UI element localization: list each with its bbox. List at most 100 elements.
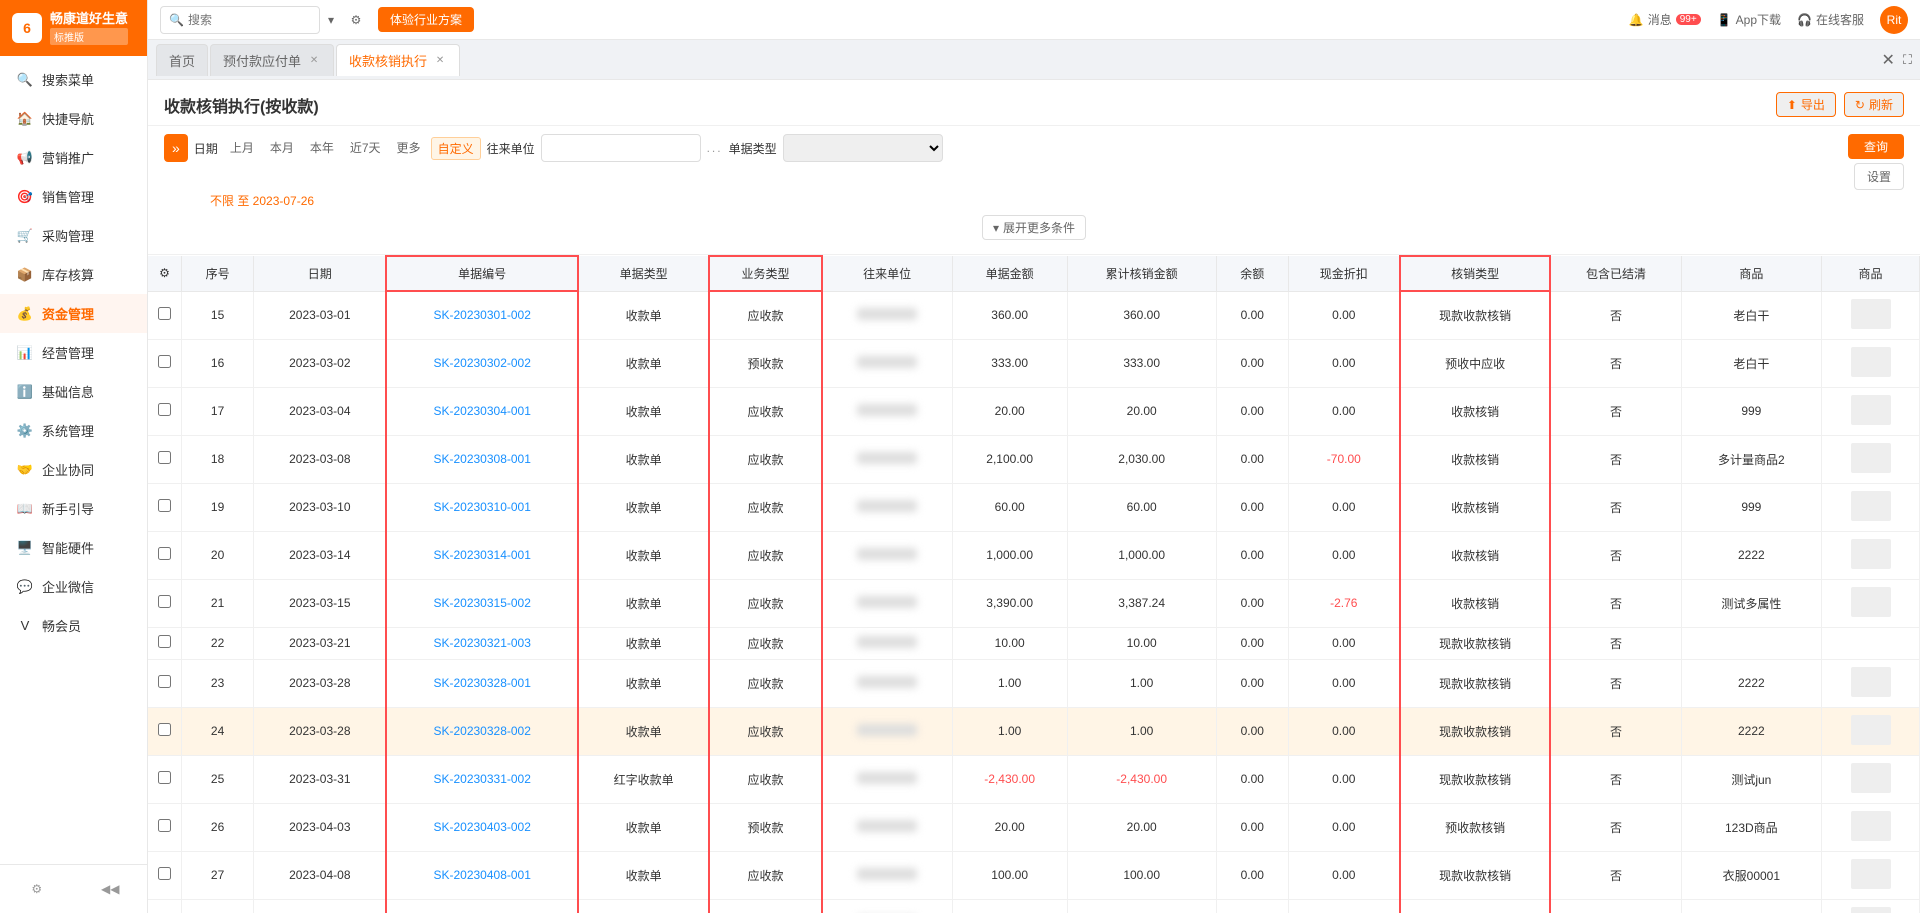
topbar-search-box[interactable]: 🔍: [160, 6, 320, 34]
tab-receivable[interactable]: 收款核销执行✕: [336, 44, 460, 76]
date-this-year[interactable]: 本年: [304, 137, 340, 160]
topbar-dropdown[interactable]: ▾: [328, 13, 334, 27]
date-more[interactable]: 更多: [391, 137, 427, 160]
sidebar-item-inventory[interactable]: 📦 库存核算: [0, 255, 147, 294]
close-all-icon[interactable]: ✕: [1881, 50, 1894, 70]
sidebar-item-label-search: 搜索菜单: [42, 70, 94, 89]
voucher-no-link[interactable]: SK-20230308-001: [433, 452, 530, 466]
col-settings-header[interactable]: ⚙: [148, 256, 182, 291]
sidebar-item-sales[interactable]: 🎯 销售管理: [0, 177, 147, 216]
date-prev-month[interactable]: 上月: [224, 137, 260, 160]
voucher-no-link[interactable]: SK-20230321-003: [433, 636, 530, 650]
online-service-item[interactable]: 🎧 在线客服: [1797, 11, 1864, 28]
messages-item[interactable]: 🔔 消息 99+: [1629, 11, 1701, 28]
export-button[interactable]: ⬆ 导出: [1776, 92, 1836, 117]
row-checkbox[interactable]: [158, 451, 171, 464]
row-checkbox[interactable]: [158, 635, 171, 648]
col-checkbox[interactable]: [148, 627, 182, 659]
enterprise-icon: 🤝: [16, 461, 34, 479]
voucher-no-link[interactable]: SK-20230315-002: [433, 596, 530, 610]
sidebar-item-basic[interactable]: ℹ️ 基础信息: [0, 372, 147, 411]
tab-close-prepay[interactable]: ✕: [307, 53, 321, 67]
sidebar-item-system[interactable]: ⚙️ 系统管理: [0, 411, 147, 450]
user-avatar[interactable]: Rit: [1880, 6, 1908, 34]
col-checkbox[interactable]: [148, 899, 182, 913]
col-cash-discount: 0.00: [1288, 483, 1399, 531]
sidebar-item-wechat[interactable]: 💬 企业微信: [0, 567, 147, 606]
topbar-gear-icon[interactable]: ⚙: [342, 6, 370, 34]
col-checkbox[interactable]: [148, 291, 182, 339]
collapse-icon[interactable]: ◀◀: [94, 873, 126, 905]
voucher-no-link[interactable]: SK-20230302-002: [433, 356, 530, 370]
sidebar-item-marketing[interactable]: 📢 营销推广: [0, 138, 147, 177]
query-button[interactable]: 查询: [1848, 134, 1904, 159]
set-button[interactable]: 设置: [1854, 163, 1904, 190]
voucher-no-link[interactable]: SK-20230408-001: [433, 868, 530, 882]
row-checkbox[interactable]: [158, 675, 171, 688]
col-partner: [822, 659, 953, 707]
tab-prepay[interactable]: 预付款应付单✕: [210, 44, 334, 76]
voucher-no-link[interactable]: SK-20230328-001: [433, 676, 530, 690]
sidebar-item-operation[interactable]: 📊 经营管理: [0, 333, 147, 372]
sidebar-item-guide[interactable]: 📖 新手引导: [0, 489, 147, 528]
date-7days[interactable]: 近7天: [344, 137, 387, 160]
sidebar-item-quicknav[interactable]: 🏠 快捷导航: [0, 99, 147, 138]
row-checkbox[interactable]: [158, 867, 171, 880]
row-checkbox[interactable]: [158, 547, 171, 560]
sidebar-item-purchase[interactable]: 🛒 采购管理: [0, 216, 147, 255]
col-checkbox[interactable]: [148, 483, 182, 531]
voucher-no-link[interactable]: SK-20230310-001: [433, 500, 530, 514]
sidebar-item-search[interactable]: 🔍 搜索菜单: [0, 60, 147, 99]
voucher-no-link[interactable]: SK-20230403-002: [433, 820, 530, 834]
app-download-item[interactable]: 📱 App下载: [1717, 11, 1781, 28]
col-checkbox[interactable]: [148, 851, 182, 899]
solution-button[interactable]: 体验行业方案: [378, 7, 474, 32]
date-this-month[interactable]: 本月: [264, 137, 300, 160]
row-checkbox[interactable]: [158, 355, 171, 368]
col-amount: -2,430.00: [952, 755, 1067, 803]
col-balance: 0.00: [1216, 579, 1288, 627]
col-checkbox[interactable]: [148, 339, 182, 387]
row-checkbox[interactable]: [158, 771, 171, 784]
row-checkbox[interactable]: [158, 307, 171, 320]
col-checkbox[interactable]: [148, 659, 182, 707]
voucher-no-link[interactable]: SK-20230304-001: [433, 404, 530, 418]
tab-home[interactable]: 首页: [156, 44, 208, 76]
voucher-no-link[interactable]: SK-20230328-002: [433, 724, 530, 738]
tab-close-receivable[interactable]: ✕: [433, 53, 447, 67]
date-custom-btn[interactable]: 自定义: [431, 137, 481, 160]
voucher-no-link[interactable]: SK-20230314-001: [433, 548, 530, 562]
col-checkbox[interactable]: [148, 755, 182, 803]
col-voucher-no: SK-20230308-001: [386, 435, 577, 483]
row-checkbox[interactable]: [158, 499, 171, 512]
voucher-type-select[interactable]: [783, 134, 943, 162]
sidebar-item-enterprise[interactable]: 🤝 企业协同: [0, 450, 147, 489]
sidebar-item-member[interactable]: V 畅会员: [0, 606, 147, 645]
col-checkbox[interactable]: [148, 579, 182, 627]
sidebar-item-finance[interactable]: 💰 资金管理: [0, 294, 147, 333]
filter-expand-left-btn[interactable]: »: [164, 134, 188, 162]
expand-more-btn[interactable]: ▾ 展开更多条件: [982, 215, 1086, 240]
col-checkbox[interactable]: [148, 387, 182, 435]
row-checkbox[interactable]: [158, 723, 171, 736]
partner-input[interactable]: [541, 134, 701, 162]
col-checkbox[interactable]: [148, 435, 182, 483]
expand-row: ▾ 展开更多条件: [164, 209, 1904, 246]
row-checkbox[interactable]: [158, 595, 171, 608]
voucher-no-link[interactable]: SK-20230301-002: [433, 308, 530, 322]
maximize-icon[interactable]: ⛶: [1903, 52, 1912, 68]
sidebar-item-label-operation: 经营管理: [42, 343, 94, 362]
row-checkbox[interactable]: [158, 403, 171, 416]
refresh-button[interactable]: ↻ 刷新: [1844, 92, 1904, 117]
settings-icon[interactable]: ⚙: [21, 873, 53, 905]
voucher-no-link[interactable]: SK-20230331-002: [433, 772, 530, 786]
col-checkbox[interactable]: [148, 531, 182, 579]
table-row: 26 2023-04-03 SK-20230403-002 收款单 预收款 20…: [148, 803, 1920, 851]
col-checkbox[interactable]: [148, 803, 182, 851]
sidebar-item-hardware[interactable]: 🖥️ 智能硬件: [0, 528, 147, 567]
filter-more-dots[interactable]: ...: [707, 141, 723, 155]
search-input[interactable]: [188, 13, 288, 27]
finance-icon: 💰: [16, 305, 34, 323]
row-checkbox[interactable]: [158, 819, 171, 832]
col-checkbox[interactable]: [148, 707, 182, 755]
